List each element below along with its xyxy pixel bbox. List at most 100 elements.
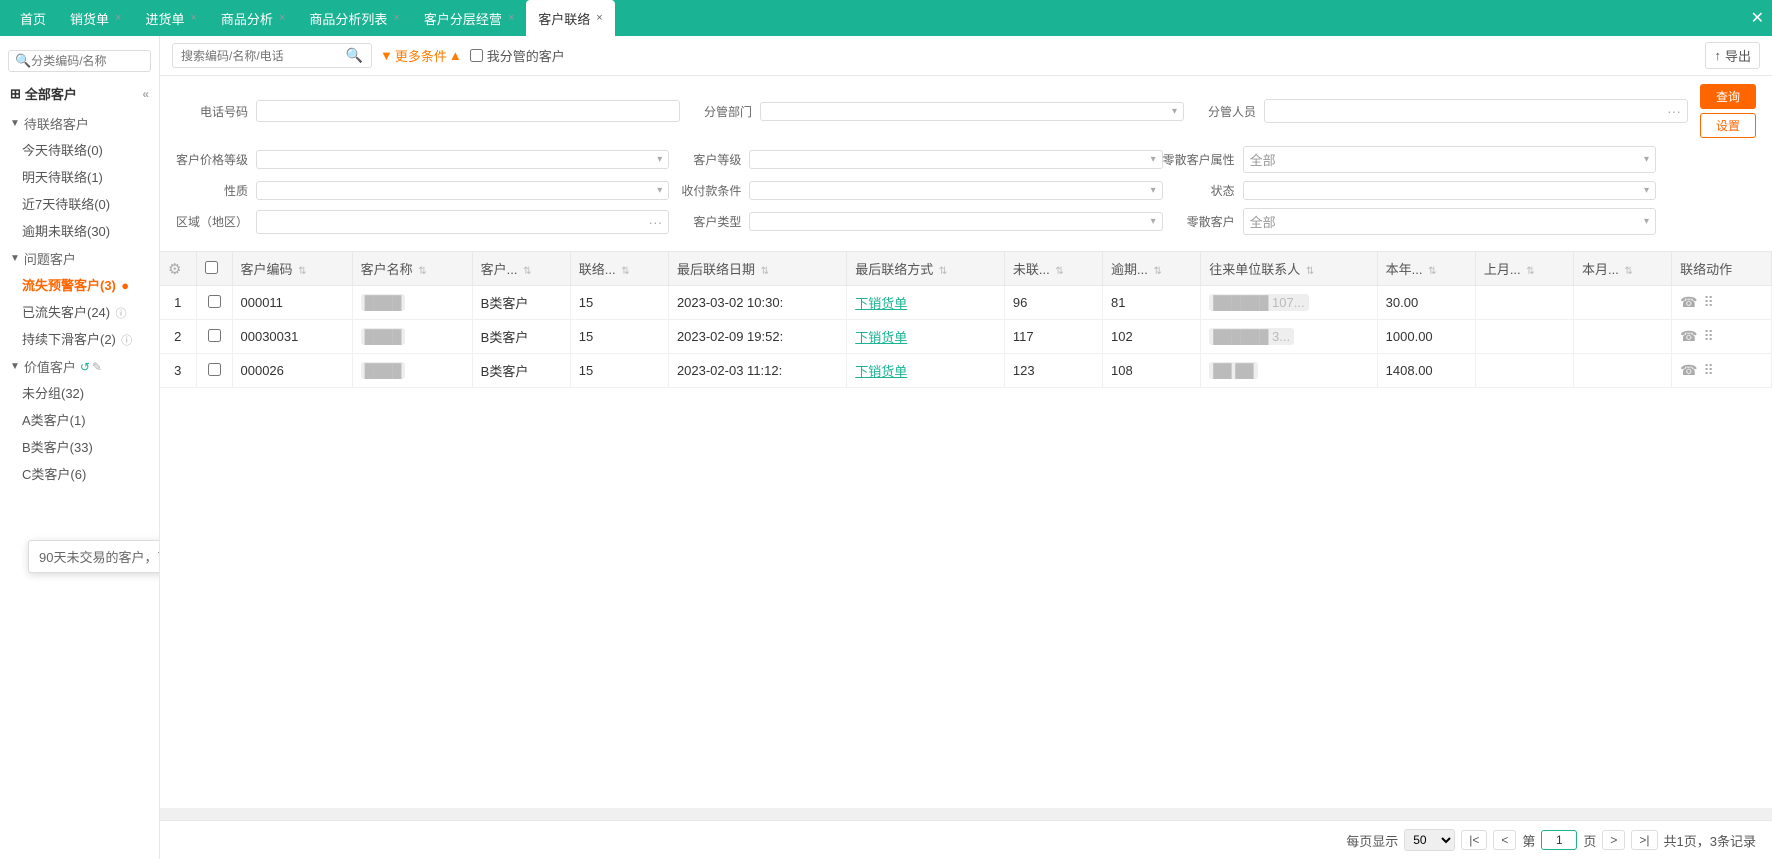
col-name-header[interactable]: 客户名称 ⇅ (352, 252, 472, 286)
tab-close-customer-layer[interactable]: × (508, 12, 514, 24)
per-page-select[interactable]: 50 100 200 (1404, 829, 1455, 851)
window-close-button[interactable]: ✕ (1751, 8, 1764, 28)
sidebar-item-class-b[interactable]: B类客户(33) (0, 433, 159, 460)
col-nocontact-header[interactable]: 未联... ⇅ (1004, 252, 1102, 286)
sidebar-item-overdue[interactable]: 逾期未联络(30) (0, 217, 159, 244)
sort-icon-2[interactable]: ⇅ (418, 266, 426, 277)
tab-purchase[interactable]: 进货单 × (133, 0, 208, 36)
query-button[interactable]: 查询 (1700, 84, 1756, 109)
my-customers-check-input[interactable] (470, 49, 483, 62)
search-input[interactable] (181, 49, 346, 63)
next-page-button[interactable]: > (1602, 830, 1625, 850)
col-contactperson-header[interactable]: 往来单位联系人 ⇅ (1201, 252, 1377, 286)
my-customers-checkbox[interactable]: 我分管的客户 (470, 46, 565, 65)
prev-page-button[interactable]: < (1493, 830, 1516, 850)
tab-product-analysis[interactable]: 商品分析 × (209, 0, 297, 36)
sort-icon-6[interactable]: ⇅ (939, 266, 947, 277)
filter-customer-type-select[interactable]: ▾ (749, 212, 1162, 231)
value-edit-icon[interactable]: ✎ (92, 360, 102, 374)
col-overdue-header[interactable]: 逾期... ⇅ (1103, 252, 1201, 286)
sidebar-search-input[interactable] (31, 54, 144, 68)
tab-close-product-analysis[interactable]: × (279, 12, 285, 24)
filter-nature-select[interactable]: ▾ (256, 181, 669, 200)
tab-sales[interactable]: 销货单 × (58, 0, 133, 36)
col-settings-header[interactable]: ⚙ (160, 252, 196, 286)
sort-icon[interactable]: ⇅ (298, 266, 306, 277)
filter-dept-select[interactable]: ▾ (760, 102, 1184, 121)
col-thisyear-header[interactable]: 本年... ⇅ (1377, 252, 1475, 286)
sort-icon-10[interactable]: ⇅ (1428, 266, 1436, 277)
search-box[interactable]: 🔍 (172, 43, 372, 68)
sidebar-section-problem[interactable]: ▼ 问题客户 (0, 244, 159, 271)
first-page-button[interactable]: |< (1461, 830, 1487, 850)
more-dots-icon-2[interactable]: ··· (648, 214, 662, 230)
col-code-header[interactable]: 客户编码 ⇅ (232, 252, 352, 286)
filter-phone-input[interactable] (256, 100, 680, 122)
sidebar-item-class-c[interactable]: C类客户(6) (0, 460, 159, 487)
sidebar-collapse-button[interactable]: « (142, 87, 149, 101)
more-action-icon[interactable]: ⠿ (1704, 328, 1714, 345)
tab-close-product-list[interactable]: × (393, 12, 399, 24)
row-lastmethod[interactable]: 下销货单 (847, 320, 1005, 354)
horizontal-scrollbar[interactable] (160, 808, 1772, 820)
filter-customer-grade-select[interactable]: ▾ (749, 150, 1162, 169)
col-check-header[interactable] (196, 252, 232, 286)
more-action-icon[interactable]: ⠿ (1704, 362, 1714, 379)
sidebar-item-tomorrow[interactable]: 明天待联络(1) (0, 163, 159, 190)
last-method-link[interactable]: 下销货单 (855, 330, 907, 345)
search-button[interactable]: 🔍 (346, 47, 363, 64)
last-method-link[interactable]: 下销货单 (855, 364, 907, 379)
contact-icon[interactable]: ☎ (1680, 294, 1697, 311)
tab-close-sales[interactable]: × (115, 12, 121, 24)
sidebar-item-class-a[interactable]: A类客户(1) (0, 406, 159, 433)
sort-icon-3[interactable]: ⇅ (523, 266, 531, 277)
row-lastmethod[interactable]: 下销货单 (847, 286, 1005, 320)
sidebar-all-customers[interactable]: ⊞ 全部客户 « (0, 78, 159, 109)
value-refresh-icon[interactable]: ↺ (80, 360, 90, 374)
filter-person-select[interactable]: ··· (1264, 99, 1688, 123)
filter-status-select[interactable]: ▾ (1243, 181, 1656, 200)
sidebar-section-value[interactable]: ▼ 价值客户 ↺ ✎ (0, 352, 159, 379)
col-lastmonth-header[interactable]: 上月... ⇅ (1475, 252, 1573, 286)
row-checkbox[interactable] (196, 286, 232, 320)
col-contact-header[interactable]: 联络... ⇅ (570, 252, 668, 286)
more-conditions-button[interactable]: ▼ 更多条件 ▲ (380, 46, 462, 65)
sidebar-item-churn-warning[interactable]: 流失预警客户(3) ● (0, 271, 159, 298)
sidebar-search-box[interactable]: 🔍 (8, 50, 151, 72)
filter-payment-select[interactable]: ▾ (749, 181, 1162, 200)
tab-customer-contact[interactable]: 客户联络 × (526, 0, 614, 36)
contact-icon[interactable]: ☎ (1680, 362, 1697, 379)
sidebar-section-pending[interactable]: ▼ 待联络客户 (0, 109, 159, 136)
filter-retail-customer-select[interactable]: 全部 ▾ (1243, 208, 1656, 235)
col-lastdate-header[interactable]: 最后联络日期 ⇅ (668, 252, 846, 286)
col-thismonth-header[interactable]: 本月... ⇅ (1573, 252, 1671, 286)
tab-close-customer-contact[interactable]: × (596, 12, 602, 24)
sort-icon-5[interactable]: ⇅ (761, 266, 769, 277)
filter-retail-attr-select[interactable]: 全部 ▾ (1243, 146, 1656, 173)
more-dots-icon[interactable]: ··· (1667, 103, 1681, 119)
row-lastmethod[interactable]: 下销货单 (847, 354, 1005, 388)
sort-icon-11[interactable]: ⇅ (1526, 266, 1534, 277)
row-action[interactable]: ☎⠿ (1672, 320, 1772, 354)
sort-icon-7[interactable]: ⇅ (1055, 266, 1063, 277)
tab-product-list[interactable]: 商品分析列表 × (297, 0, 411, 36)
sort-icon-12[interactable]: ⇅ (1624, 266, 1632, 277)
sidebar-item-today[interactable]: 今天待联络(0) (0, 136, 159, 163)
row-action[interactable]: ☎⠿ (1672, 354, 1772, 388)
sidebar-item-churned[interactable]: 已流失客户(24) ⓘ (0, 298, 159, 325)
last-page-button[interactable]: >| (1631, 830, 1657, 850)
row-checkbox[interactable] (196, 354, 232, 388)
tab-home[interactable]: 首页 (8, 0, 58, 36)
last-method-link[interactable]: 下销货单 (855, 296, 907, 311)
sidebar-item-ungroup[interactable]: 未分组(32) (0, 379, 159, 406)
sort-icon-4[interactable]: ⇅ (621, 266, 629, 277)
filter-price-grade-select[interactable]: ▾ (256, 150, 669, 169)
select-all-checkbox[interactable] (205, 261, 218, 274)
settings-gear-icon[interactable]: ⚙ (168, 261, 181, 278)
col-lastmethod-header[interactable]: 最后联络方式 ⇅ (847, 252, 1005, 286)
col-type-header[interactable]: 客户... ⇅ (472, 252, 570, 286)
sidebar-item-declining[interactable]: 持续下滑客户(2) ⓘ (0, 325, 159, 352)
filter-region-select[interactable]: ··· (256, 210, 669, 234)
settings-button[interactable]: 设置 (1700, 113, 1756, 138)
tab-close-purchase[interactable]: × (190, 12, 196, 24)
